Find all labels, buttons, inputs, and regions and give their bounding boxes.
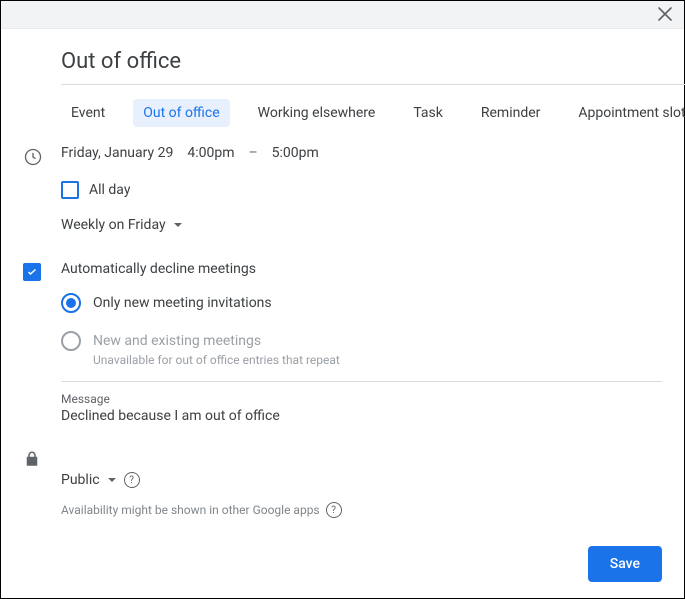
radio-only-new[interactable]: Only new meeting invitations xyxy=(61,293,662,313)
close-icon xyxy=(658,7,672,21)
message-label: Message xyxy=(61,392,662,406)
event-type-tabs: Event Out of office Working elsewhere Ta… xyxy=(61,85,685,145)
datetime-row: Friday, January 29 4:00pm – 5:00pm xyxy=(61,145,662,161)
recurrence-dropdown[interactable]: Weekly on Friday xyxy=(61,217,182,233)
availability-help-icon[interactable]: ? xyxy=(326,502,342,518)
radio-new-and-existing-input[interactable] xyxy=(61,331,81,351)
radio-new-and-existing-sub: Unavailable for out of office entries th… xyxy=(93,353,340,367)
auto-decline-title: Automatically decline meetings xyxy=(61,261,662,277)
tab-working-elsewhere[interactable]: Working elsewhere xyxy=(248,99,386,127)
message-text[interactable]: Declined because I am out of office xyxy=(61,408,662,424)
radio-new-and-existing-label: New and existing meetings xyxy=(93,331,340,351)
chevron-down-icon xyxy=(108,478,116,482)
date-field[interactable]: Friday, January 29 xyxy=(61,145,173,161)
all-day-label: All day xyxy=(89,182,130,198)
tab-task[interactable]: Task xyxy=(403,99,453,127)
all-day-row: All day xyxy=(61,181,662,199)
radio-only-new-input[interactable] xyxy=(61,293,81,313)
all-day-checkbox[interactable] xyxy=(61,181,79,199)
end-time-field[interactable]: 5:00pm xyxy=(272,145,319,161)
availability-footnote: Availability might be shown in other Goo… xyxy=(61,503,320,517)
tab-event[interactable]: Event xyxy=(61,99,115,127)
radio-new-and-existing[interactable]: New and existing meetings Unavailable fo… xyxy=(61,331,662,367)
visibility-help-icon[interactable]: ? xyxy=(124,472,140,488)
auto-decline-checkbox[interactable] xyxy=(23,263,41,281)
tab-appointment-slots[interactable]: Appointment slots xyxy=(568,99,685,127)
clock-icon xyxy=(23,147,43,167)
visibility-dropdown[interactable]: Public xyxy=(61,472,116,488)
time-separator: – xyxy=(248,145,257,161)
tab-out-of-office[interactable]: Out of office xyxy=(133,99,229,127)
close-button[interactable] xyxy=(656,5,674,23)
divider xyxy=(61,381,662,382)
visibility-value: Public xyxy=(61,472,100,488)
dialog-title[interactable]: Out of office xyxy=(61,43,685,85)
tab-reminder[interactable]: Reminder xyxy=(471,99,551,127)
check-icon xyxy=(26,266,38,278)
chevron-down-icon xyxy=(174,223,182,227)
recurrence-label: Weekly on Friday xyxy=(61,217,166,233)
dialog-titlebar xyxy=(1,1,684,29)
radio-only-new-label: Only new meeting invitations xyxy=(93,293,272,313)
save-button[interactable]: Save xyxy=(588,546,662,582)
start-time-field[interactable]: 4:00pm xyxy=(187,145,234,161)
lock-icon xyxy=(23,450,41,468)
